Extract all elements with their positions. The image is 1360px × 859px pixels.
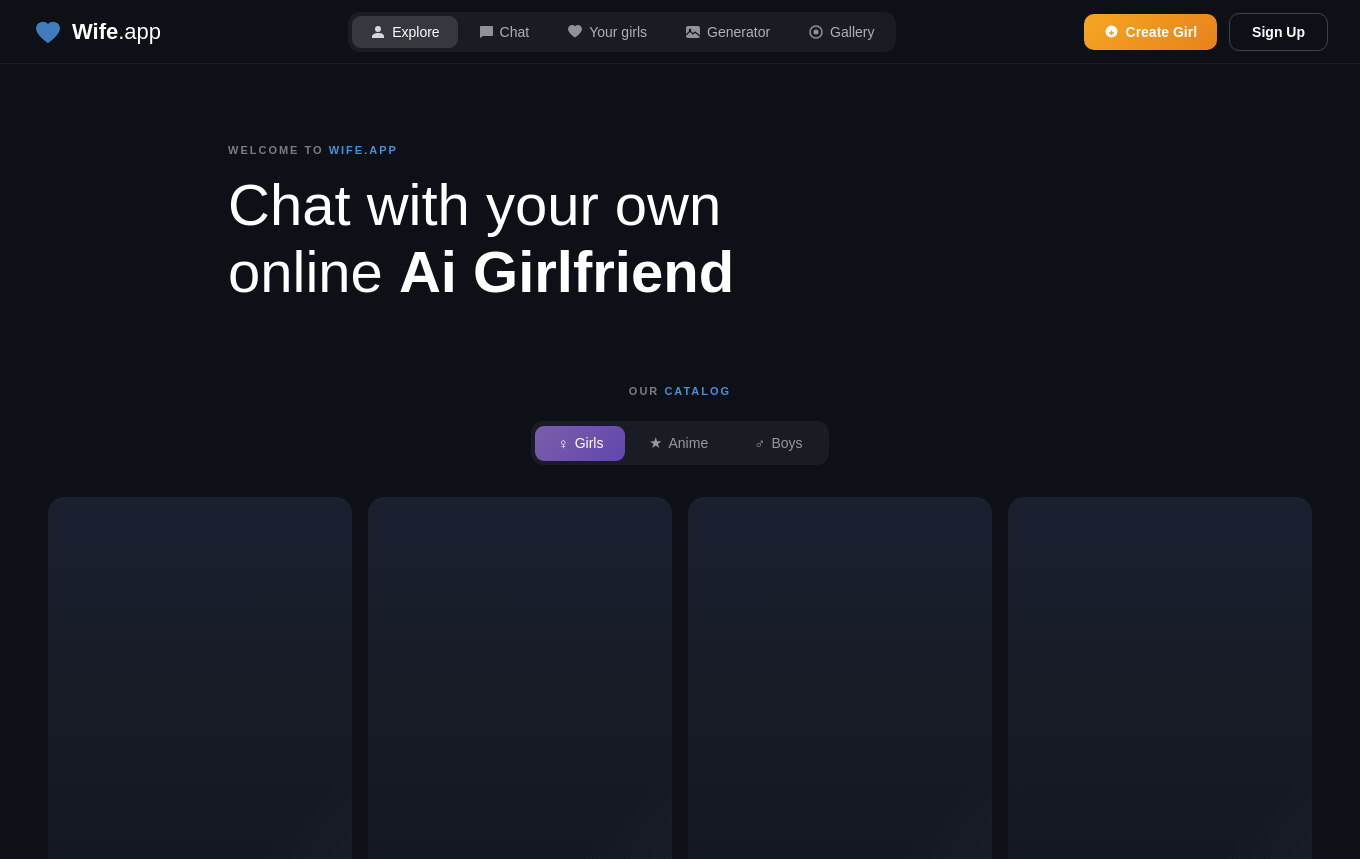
nav-item-generator[interactable]: Generator [667,16,788,48]
heart-icon [567,24,583,40]
catalog-tabs-container: ♀ Girls ★ Anime ♂ Boys [48,421,1312,465]
catalog-section: OUR CATALOG ♀ Girls ★ Anime ♂ Boys [0,345,1360,465]
logo-extension: .app [118,19,161,44]
image-icon [685,24,701,40]
chat-icon [478,24,494,40]
logo[interactable]: Wife.app [32,16,161,48]
create-girl-button[interactable]: Create Girl [1084,14,1218,50]
chat-label: Chat [500,24,530,40]
card-2[interactable] [368,497,672,859]
hero-welcome-label: WELCOME TO WIFE.APP [228,144,1312,156]
catalog-label: OUR CATALOG [48,385,1312,397]
navbar: Wife.app Explore Chat Your girls [0,0,1360,64]
logo-text: Wife.app [72,19,161,45]
create-girl-icon [1104,24,1119,39]
nav-right: Create Girl Sign Up [1084,13,1328,51]
catalog-tabs: ♀ Girls ★ Anime ♂ Boys [531,421,828,465]
signup-label: Sign Up [1252,24,1305,40]
nav-item-explore[interactable]: Explore [352,16,457,48]
cards-grid [0,497,1360,859]
hero-section: WELCOME TO WIFE.APP Chat with your own o… [0,64,1360,345]
your-girls-label: Your girls [589,24,647,40]
tab-girls-label: Girls [575,435,604,451]
tab-boys-label: Boys [771,435,802,451]
hero-title-accent: Ai Girlfriend [399,239,734,304]
hero-welcome-accent: WIFE.APP [329,144,398,156]
girls-icon: ♀ [557,435,568,452]
tab-boys[interactable]: ♂ Boys [732,426,824,461]
catalog-label-accent: CATALOG [664,385,731,397]
explore-icon [370,24,386,40]
anime-icon: ★ [649,434,662,452]
nav-center: Explore Chat Your girls Generator [348,12,896,52]
hero-title: Chat with your own online Ai Girlfriend [228,172,1312,305]
explore-label: Explore [392,24,439,40]
tab-girls[interactable]: ♀ Girls [535,426,625,461]
svg-point-3 [814,29,819,34]
gallery-icon [808,24,824,40]
nav-item-your-girls[interactable]: Your girls [549,16,665,48]
catalog-label-prefix: OUR [629,385,659,397]
hero-title-part2: online [228,239,399,304]
logo-name: Wife [72,19,118,44]
hero-welcome-text: WELCOME TO [228,144,324,156]
svg-rect-0 [686,26,700,38]
gallery-label: Gallery [830,24,874,40]
nav-item-chat[interactable]: Chat [460,16,548,48]
logo-icon [32,16,64,48]
generator-label: Generator [707,24,770,40]
hero-title-part1: Chat with your own [228,172,721,237]
boys-icon: ♂ [754,435,765,452]
signup-button[interactable]: Sign Up [1229,13,1328,51]
card-4[interactable] [1008,497,1312,859]
tab-anime-label: Anime [668,435,708,451]
card-3[interactable] [688,497,992,859]
card-1[interactable] [48,497,352,859]
create-girl-label: Create Girl [1126,24,1198,40]
tab-anime[interactable]: ★ Anime [627,425,730,461]
nav-item-gallery[interactable]: Gallery [790,16,892,48]
